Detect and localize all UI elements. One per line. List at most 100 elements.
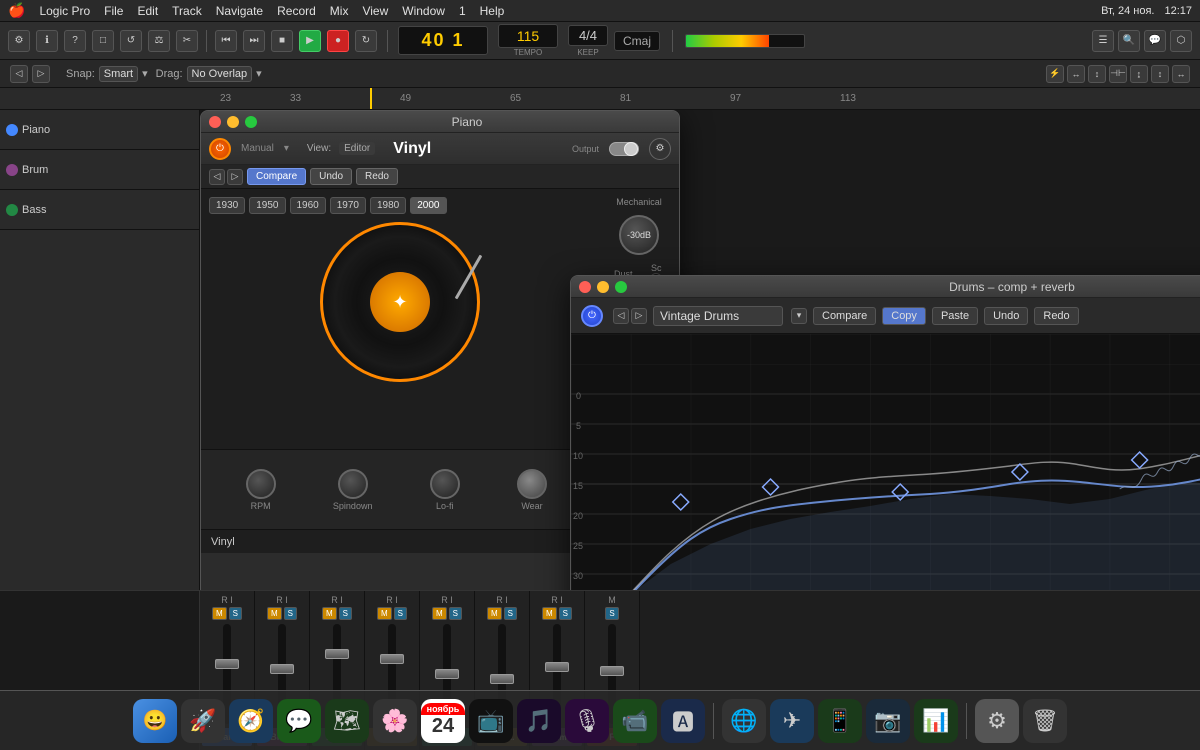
view-btn-3[interactable]: ↕ (1088, 65, 1106, 83)
forward-btn[interactable]: ⏭ (243, 30, 265, 52)
dock-trash[interactable]: 🗑 (1023, 699, 1067, 743)
fader-handle-3[interactable] (325, 649, 349, 659)
menu-edit[interactable]: Edit (137, 4, 158, 18)
menu-navigate[interactable]: Navigate (216, 4, 263, 18)
toolbar-right-3[interactable]: 💬 (1144, 30, 1166, 52)
view-btn-4[interactable]: ⊣⊢ (1109, 65, 1127, 83)
dock-maps[interactable]: 🗺 (325, 699, 369, 743)
toolbar-btn-4[interactable]: □ (92, 30, 114, 52)
vinyl-prev-btn[interactable]: ◁ (209, 169, 225, 185)
toolbar-btn-1[interactable]: ⚙ (8, 30, 30, 52)
knob-rpm-dial[interactable] (246, 469, 276, 499)
mixer-m-4[interactable]: M (377, 607, 392, 620)
mixer-m-3[interactable]: M (322, 607, 337, 620)
fader-handle-6[interactable] (490, 674, 514, 684)
mixer-s-5[interactable]: S (449, 607, 462, 620)
menu-mix[interactable]: Mix (330, 4, 349, 18)
mixer-m-6[interactable]: M (487, 607, 502, 620)
eq-paste-btn[interactable]: Paste (932, 307, 978, 325)
vinyl-settings-btn[interactable]: ⚙ (649, 138, 671, 160)
knob-lofi-dial[interactable] (430, 469, 460, 499)
dock-chrome[interactable]: 🌐 (722, 699, 766, 743)
dock-facetime[interactable]: 📹 (613, 699, 657, 743)
decade-1930[interactable]: 1930 (209, 197, 245, 214)
piano-maximize-btn[interactable] (245, 116, 257, 128)
dock-itv[interactable]: 📺 (469, 699, 513, 743)
menu-track[interactable]: Track (172, 4, 202, 18)
dock-appstore[interactable]: 🅰 (661, 699, 705, 743)
dock-photos[interactable]: 🌸 (373, 699, 417, 743)
fader-handle-1[interactable] (215, 659, 239, 669)
eq-next-btn[interactable]: ▷ (631, 308, 647, 324)
dock-launchpad[interactable]: 🚀 (181, 699, 225, 743)
record-btn[interactable]: ● (327, 30, 349, 52)
toolbar-btn-5[interactable]: ↺ (120, 30, 142, 52)
toolbar-right-1[interactable]: ☰ (1092, 30, 1114, 52)
decade-1970[interactable]: 1970 (330, 197, 366, 214)
mixer-m-2[interactable]: M (267, 607, 282, 620)
toolbar-btn-3[interactable]: ? (64, 30, 86, 52)
eq-graph[interactable]: 0 5 10 15 20 25 30 35 40 20 30 40 50 (571, 334, 1200, 590)
toolbar-btn-6[interactable]: ⚖ (148, 30, 170, 52)
vinyl-next-btn[interactable]: ▷ (227, 169, 243, 185)
vinyl-preset-arrow[interactable]: ▾ (284, 143, 289, 154)
menu-window[interactable]: Window (402, 4, 445, 18)
view-btn-7[interactable]: ↔ (1172, 65, 1190, 83)
view-btn-1[interactable]: ⚡ (1046, 65, 1064, 83)
dock-finder[interactable]: 😀 (133, 699, 177, 743)
knob-wear-dial[interactable] (517, 469, 547, 499)
mixer-s-2[interactable]: S (284, 607, 297, 620)
mixer-m-5[interactable]: M (432, 607, 447, 620)
dock-messages[interactable]: 💬 (277, 699, 321, 743)
dock-podcasts[interactable]: 🎙 (565, 699, 609, 743)
view-btn-6[interactable]: ↕ (1151, 65, 1169, 83)
toolbar-btn-2[interactable]: ℹ (36, 30, 58, 52)
view-btn-5[interactable]: ↨ (1130, 65, 1148, 83)
decade-1950[interactable]: 1950 (249, 197, 285, 214)
apple-menu[interactable]: 🍎 (8, 2, 25, 19)
eq-compare-btn[interactable]: Compare (813, 307, 876, 325)
dock-calendar[interactable]: ноябрь 24 (421, 699, 465, 743)
fader-handle-7[interactable] (545, 662, 569, 672)
dock-music[interactable]: 🎵 (517, 699, 561, 743)
eq-copy-btn[interactable]: Copy (882, 307, 926, 325)
dock-safari[interactable]: 🧭 (229, 699, 273, 743)
menu-logicpro[interactable]: Logic Pro (39, 4, 90, 18)
menu-record[interactable]: Record (277, 4, 316, 18)
eq-redo-btn[interactable]: Redo (1034, 307, 1078, 325)
drag-select[interactable]: No Overlap (187, 66, 253, 82)
fader-handle-5[interactable] (435, 669, 459, 679)
eq-prev-btn[interactable]: ◁ (613, 308, 629, 324)
fader-handle-8[interactable] (600, 666, 624, 676)
view-btn-2[interactable]: ↔ (1067, 65, 1085, 83)
toolbar-right-2[interactable]: 🔍 (1118, 30, 1140, 52)
eq-maximize-btn[interactable] (615, 281, 627, 293)
decade-1960[interactable]: 1960 (290, 197, 326, 214)
knob-spindown-dial[interactable] (338, 469, 368, 499)
cycle-btn[interactable]: ↻ (355, 30, 377, 52)
dock-settings[interactable]: ⚙ (975, 699, 1019, 743)
vinyl-view-btn[interactable]: Editor (339, 142, 375, 155)
mixer-s-3[interactable]: S (339, 607, 352, 620)
eq-undo-btn[interactable]: Undo (984, 307, 1028, 325)
dock-lightroom[interactable]: 📷 (866, 699, 910, 743)
dock-whatsapp[interactable]: 📱 (818, 699, 862, 743)
stop-btn[interactable]: ■ (271, 30, 293, 52)
mixer-s-6[interactable]: S (504, 607, 517, 620)
toolbar-scissors[interactable]: ✂ (176, 30, 198, 52)
db-knob[interactable]: -30dB (619, 215, 659, 255)
dock-telegram[interactable]: ✈ (770, 699, 814, 743)
vinyl-redo-btn[interactable]: Redo (356, 168, 398, 185)
vinyl-power-btn[interactable]: ⏻ (209, 138, 231, 160)
rewind-btn[interactable]: ⏮ (215, 30, 237, 52)
sc-btn-2[interactable]: ▷ (32, 65, 50, 83)
mixer-m-7[interactable]: M (542, 607, 557, 620)
eq-minimize-btn[interactable] (597, 281, 609, 293)
eq-close-btn[interactable] (579, 281, 591, 293)
mixer-s-4[interactable]: S (394, 607, 407, 620)
piano-close-btn[interactable] (209, 116, 221, 128)
decade-1980[interactable]: 1980 (370, 197, 406, 214)
play-btn[interactable]: ▶ (299, 30, 321, 52)
vinyl-output-slider[interactable] (609, 142, 639, 156)
piano-minimize-btn[interactable] (227, 116, 239, 128)
